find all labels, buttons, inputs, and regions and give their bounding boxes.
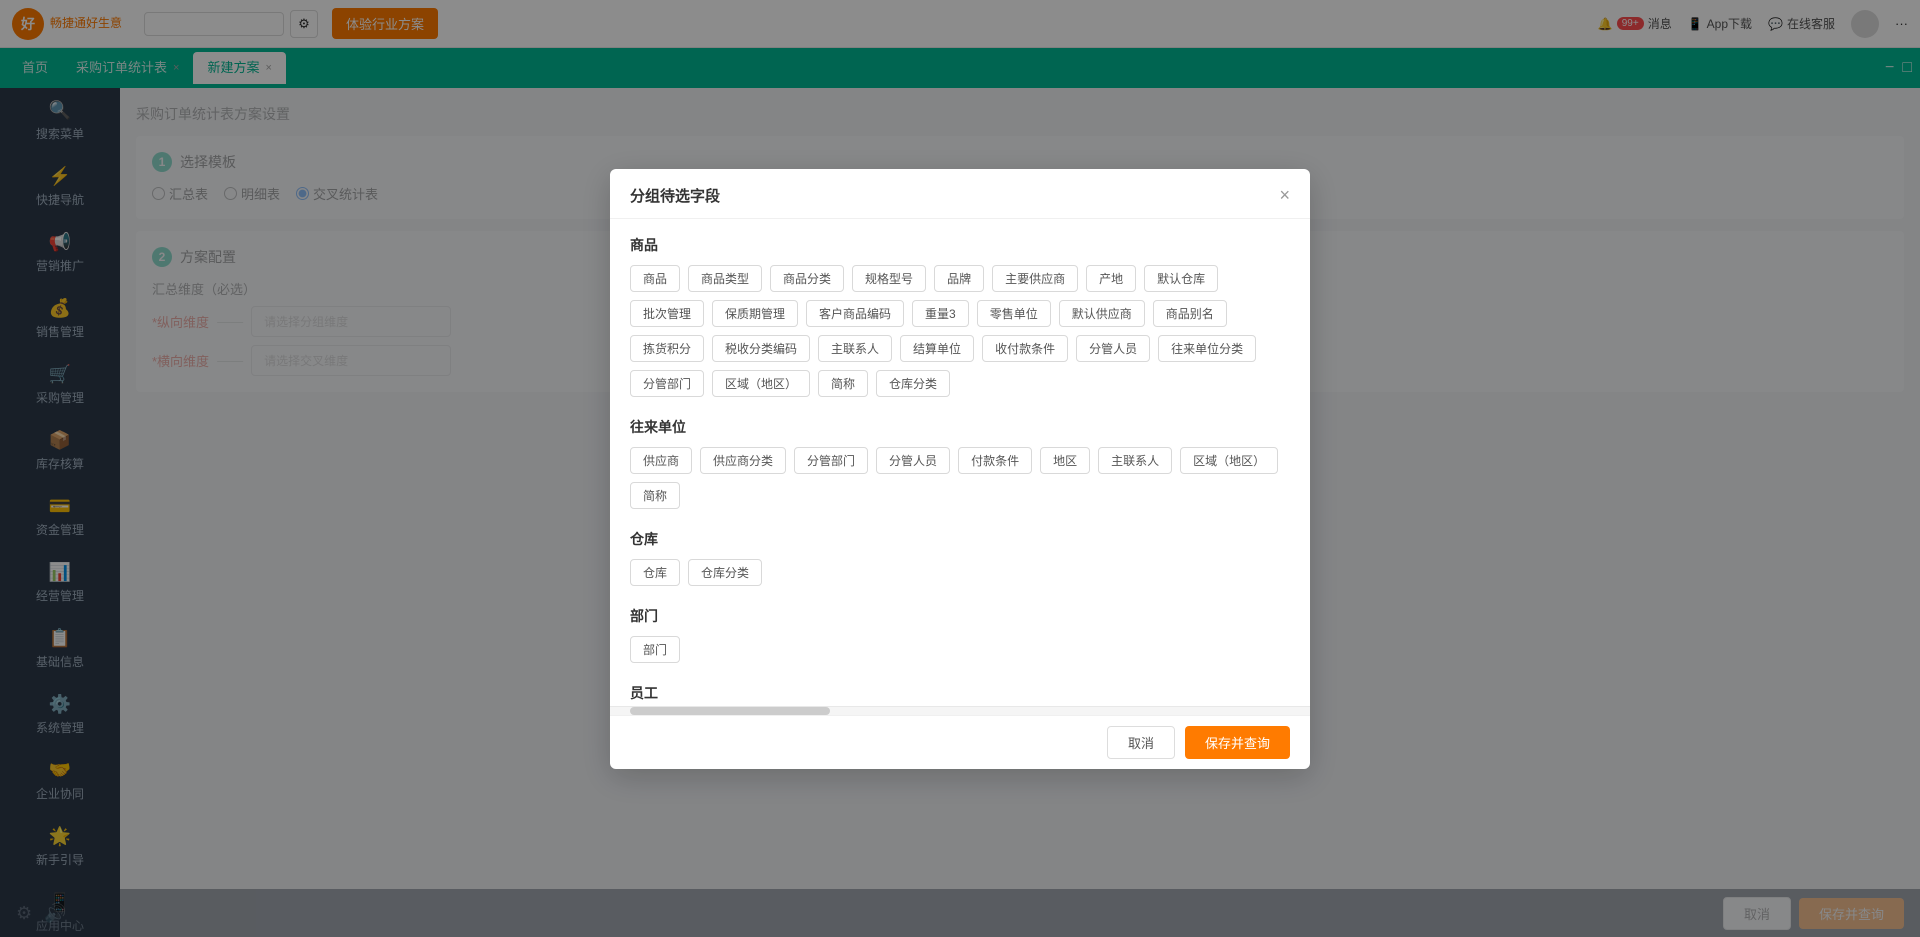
field-tag[interactable]: 简称 — [630, 482, 680, 509]
field-group-employee-title: 员工 — [630, 683, 1290, 703]
field-tag[interactable]: 默认供应商 — [1059, 300, 1145, 327]
field-group-counterpart-title: 往来单位 — [630, 417, 1290, 437]
field-group-department: 部门 部门 — [630, 606, 1290, 663]
field-tag[interactable]: 部门 — [630, 636, 680, 663]
modal-dialog: 分组待选字段 × 商品 商品商品类型商品分类规格型号品牌主要供应商产地默认仓库批… — [610, 169, 1310, 769]
field-tag[interactable]: 仓库分类 — [688, 559, 762, 586]
field-tag[interactable]: 结算单位 — [900, 335, 974, 362]
field-group-employee: 员工 业务员 — [630, 683, 1290, 706]
field-tag[interactable]: 重量3 — [912, 300, 969, 327]
field-tags-warehouse: 仓库仓库分类 — [630, 559, 1290, 586]
field-tag[interactable]: 产地 — [1086, 265, 1136, 292]
modal-title: 分组待选字段 — [630, 185, 720, 206]
field-tag[interactable]: 分管人员 — [876, 447, 950, 474]
field-tag[interactable]: 地区 — [1040, 447, 1090, 474]
field-tag[interactable]: 保质期管理 — [712, 300, 798, 327]
field-tag[interactable]: 主要供应商 — [992, 265, 1078, 292]
field-tag[interactable]: 商品分类 — [770, 265, 844, 292]
field-group-warehouse: 仓库 仓库仓库分类 — [630, 529, 1290, 586]
field-tag[interactable]: 仓库 — [630, 559, 680, 586]
field-tag[interactable]: 批次管理 — [630, 300, 704, 327]
modal-footer: 取消 保存并查询 — [610, 715, 1310, 769]
field-tag[interactable]: 分管部门 — [630, 370, 704, 397]
field-tag[interactable]: 区域（地区） — [712, 370, 810, 397]
field-group-warehouse-title: 仓库 — [630, 529, 1290, 549]
field-tag[interactable]: 简称 — [818, 370, 868, 397]
field-tag[interactable]: 零售单位 — [977, 300, 1051, 327]
field-tag[interactable]: 区域（地区） — [1180, 447, 1278, 474]
modal-body: 商品 商品商品类型商品分类规格型号品牌主要供应商产地默认仓库批次管理保质期管理客… — [610, 219, 1310, 706]
field-tags-product: 商品商品类型商品分类规格型号品牌主要供应商产地默认仓库批次管理保质期管理客户商品… — [630, 265, 1290, 397]
field-tag[interactable]: 分管人员 — [1076, 335, 1150, 362]
field-tag[interactable]: 供应商分类 — [700, 447, 786, 474]
field-tag[interactable]: 规格型号 — [852, 265, 926, 292]
field-tag[interactable]: 拣货积分 — [630, 335, 704, 362]
field-tags-counterpart: 供应商供应商分类分管部门分管人员付款条件地区主联系人区域（地区） 简称 — [630, 447, 1290, 509]
field-tag[interactable]: 品牌 — [934, 265, 984, 292]
modal-overlay: 分组待选字段 × 商品 商品商品类型商品分类规格型号品牌主要供应商产地默认仓库批… — [0, 0, 1920, 937]
field-tag[interactable]: 客户商品编码 — [806, 300, 904, 327]
field-tag[interactable]: 收付款条件 — [982, 335, 1068, 362]
field-tag[interactable]: 商品类型 — [688, 265, 762, 292]
field-tag[interactable]: 默认仓库 — [1144, 265, 1218, 292]
field-tag[interactable]: 商品 — [630, 265, 680, 292]
field-tag[interactable]: 仓库分类 — [876, 370, 950, 397]
field-tag[interactable]: 主联系人 — [1098, 447, 1172, 474]
scroll-thumb — [630, 707, 830, 715]
field-tag[interactable]: 税收分类编码 — [712, 335, 810, 362]
field-tag[interactable]: 付款条件 — [958, 447, 1032, 474]
field-tag[interactable]: 分管部门 — [794, 447, 868, 474]
field-tag[interactable]: 主联系人 — [818, 335, 892, 362]
field-group-department-title: 部门 — [630, 606, 1290, 626]
field-tag[interactable]: 往来单位分类 — [1158, 335, 1256, 362]
field-tag[interactable]: 商品别名 — [1153, 300, 1227, 327]
modal-header: 分组待选字段 × — [610, 169, 1310, 219]
field-tags-department: 部门 — [630, 636, 1290, 663]
field-group-counterpart: 往来单位 供应商供应商分类分管部门分管人员付款条件地区主联系人区域（地区） 简称 — [630, 417, 1290, 509]
modal-close-btn[interactable]: × — [1279, 185, 1290, 206]
field-group-product-title: 商品 — [630, 235, 1290, 255]
modal-confirm-btn[interactable]: 保存并查询 — [1185, 726, 1290, 759]
modal-cancel-btn[interactable]: 取消 — [1107, 726, 1175, 759]
field-tag[interactable]: 供应商 — [630, 447, 692, 474]
field-group-product: 商品 商品商品类型商品分类规格型号品牌主要供应商产地默认仓库批次管理保质期管理客… — [630, 235, 1290, 397]
modal-horizontal-scrollbar[interactable] — [610, 706, 1310, 715]
